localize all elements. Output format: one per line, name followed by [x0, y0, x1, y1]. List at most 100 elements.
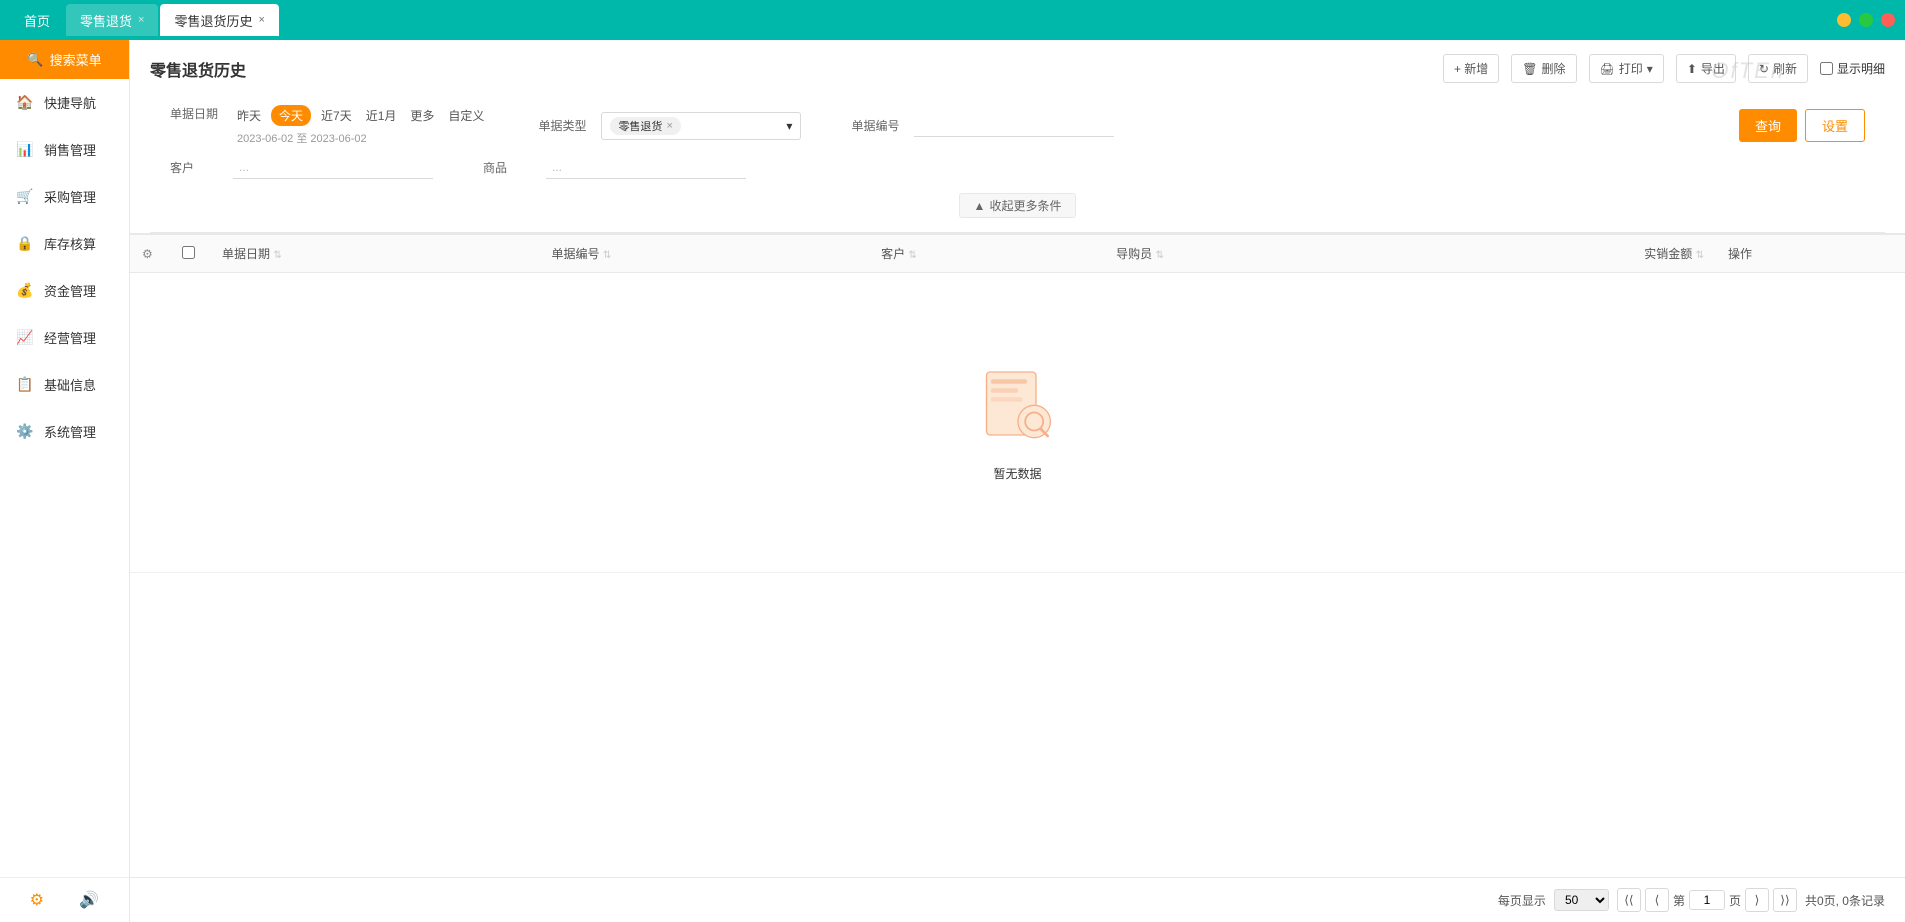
- sidebar-item-quick-nav[interactable]: 🏠 快捷导航: [0, 79, 129, 126]
- sidebar-volume-button[interactable]: 🔊: [79, 890, 99, 910]
- type-filter-group: 单据类型 零售退货 × ▾: [538, 112, 801, 140]
- voucher-filter-label: 单据编号: [851, 117, 906, 134]
- query-button[interactable]: 查询: [1739, 109, 1797, 142]
- print-dropdown-icon: ▾: [1647, 62, 1653, 76]
- sidebar-item-inventory[interactable]: 🔒 库存核算: [0, 220, 129, 267]
- query-buttons: 查询 设置: [1739, 109, 1865, 142]
- page-input[interactable]: [1689, 890, 1725, 910]
- sidebar-item-operations[interactable]: 📈 经营管理: [0, 314, 129, 361]
- filter-area: 单据日期 昨天 今天 近7天 近1月 更多 自定义 2023-06-02 至 2…: [150, 95, 1885, 233]
- th-customer-sort[interactable]: ⇅: [908, 250, 916, 261]
- win-min-button[interactable]: [1837, 13, 1851, 27]
- page-title: 零售退货历史: [150, 57, 246, 81]
- th-amount-label: 实销金额: [1644, 247, 1692, 261]
- type-tag-close[interactable]: ×: [666, 120, 672, 132]
- last-page-button[interactable]: ⟩⟩: [1773, 888, 1797, 912]
- tab-retail-return-history-close[interactable]: ×: [258, 14, 264, 26]
- per-page-label: 每页显示: [1498, 892, 1546, 909]
- select-all-checkbox[interactable]: [182, 246, 195, 259]
- tab-retail-return-history[interactable]: 零售退货历史 ×: [160, 4, 278, 36]
- refresh-button[interactable]: ↻ 刷新: [1748, 54, 1808, 83]
- table-settings-icon[interactable]: ⚙: [142, 247, 153, 261]
- th-amount-sort[interactable]: ⇅: [1696, 250, 1704, 261]
- page-nav: ⟨⟨ ⟨ 第 页 ⟩ ⟩⟩: [1617, 888, 1797, 912]
- th-guide: 导购员 ⇅: [1104, 235, 1386, 273]
- print-button-label: 打印: [1619, 60, 1643, 77]
- voucher-filter-group: 单据编号: [851, 114, 1114, 137]
- tab-home[interactable]: 首页: [10, 4, 64, 36]
- date-opt-1month[interactable]: 近1月: [362, 105, 401, 126]
- tab-home-label: 首页: [24, 11, 50, 30]
- sidebar-item-system-mgmt[interactable]: ⚙️ 系统管理: [0, 408, 129, 455]
- goods-filter-group: 商品: [483, 156, 746, 179]
- finance-icon: 💰: [16, 282, 34, 300]
- goods-filter-label: 商品: [483, 159, 538, 176]
- type-tag-retail-return: 零售退货 ×: [610, 117, 680, 135]
- sidebar: 🔍 搜索菜单 🏠 快捷导航 📊 销售管理 🛒 采购管理 🔒 库存核算 💰 资金管…: [0, 40, 130, 922]
- date-opt-custom[interactable]: 自定义: [444, 105, 488, 126]
- customer-input[interactable]: [233, 156, 433, 179]
- export-icon: ⬆: [1687, 62, 1697, 76]
- show-detail-label: 显示明细: [1837, 60, 1885, 77]
- collapse-button[interactable]: ▲ 收起更多条件: [959, 193, 1077, 218]
- date-filter-label: 单据日期: [170, 105, 225, 122]
- date-opt-today[interactable]: 今天: [271, 105, 311, 126]
- show-detail-checkbox[interactable]: [1820, 62, 1833, 75]
- export-button[interactable]: ⬆ 导出: [1676, 54, 1736, 83]
- setting-button[interactable]: 设置: [1805, 109, 1865, 142]
- date-options-row: 昨天 今天 近7天 近1月 更多 自定义: [233, 105, 488, 126]
- date-opt-yesterday[interactable]: 昨天: [233, 105, 265, 126]
- refresh-button-label: 刷新: [1773, 60, 1797, 77]
- first-page-button[interactable]: ⟨⟨: [1617, 888, 1641, 912]
- per-page-select[interactable]: 50 100 200: [1554, 889, 1609, 911]
- th-customer-label: 客户: [881, 247, 905, 261]
- sidebar-item-purchase-mgmt[interactable]: 🛒 采购管理: [0, 173, 129, 220]
- tab-retail-return[interactable]: 零售退货 ×: [66, 4, 158, 36]
- tab-retail-return-history-label: 零售退货历史: [174, 11, 252, 30]
- sidebar-item-sales-mgmt-label: 销售管理: [44, 140, 96, 159]
- win-close-button[interactable]: [1881, 13, 1895, 27]
- type-select[interactable]: 零售退货 × ▾: [601, 112, 801, 140]
- table-body: 暂无数据: [130, 273, 1905, 573]
- win-max-button[interactable]: [1859, 13, 1873, 27]
- window-controls: [1837, 13, 1895, 27]
- sidebar-search[interactable]: 🔍 搜索菜单: [0, 40, 129, 79]
- th-guide-sort[interactable]: ⇅: [1156, 250, 1164, 261]
- th-number-sort[interactable]: ⇅: [603, 250, 611, 261]
- next-page-button[interactable]: ⟩: [1745, 888, 1769, 912]
- query-button-label: 查询: [1755, 119, 1781, 134]
- sidebar-item-basic-info[interactable]: 📋 基础信息: [0, 361, 129, 408]
- print-button[interactable]: 🖨 打印 ▾: [1589, 54, 1664, 83]
- show-detail-checkbox-label[interactable]: 显示明细: [1820, 60, 1885, 77]
- sidebar-item-finance[interactable]: 💰 资金管理: [0, 267, 129, 314]
- goods-input[interactable]: [546, 156, 746, 179]
- date-opt-7days[interactable]: 近7天: [317, 105, 356, 126]
- main-layout: 🔍 搜索菜单 🏠 快捷导航 📊 销售管理 🛒 采购管理 🔒 库存核算 💰 资金管…: [0, 40, 1905, 922]
- delete-button[interactable]: 🗑 删除: [1511, 54, 1576, 83]
- date-opt-more[interactable]: 更多: [406, 105, 438, 126]
- tab-bar: 首页 零售退货 × 零售退货历史 ×: [10, 4, 1837, 36]
- data-table: ⚙ 单据日期 ⇅ 单据编号 ⇅: [130, 234, 1905, 573]
- setting-button-label: 设置: [1822, 119, 1848, 134]
- empty-icon: [973, 363, 1063, 453]
- empty-state-row: 暂无数据: [130, 273, 1905, 573]
- sidebar-item-operations-label: 经营管理: [44, 328, 96, 347]
- sidebar-settings-button[interactable]: ⚙: [30, 890, 44, 910]
- voucher-input[interactable]: [914, 114, 1114, 137]
- empty-text: 暂无数据: [993, 465, 1041, 482]
- new-button[interactable]: + 新增: [1443, 54, 1499, 83]
- th-action-label: 操作: [1728, 247, 1752, 261]
- prev-page-button[interactable]: ⟨: [1645, 888, 1669, 912]
- tab-retail-return-close[interactable]: ×: [138, 14, 144, 26]
- delete-button-label: 删除: [1542, 60, 1566, 77]
- collapse-up-icon: ▲: [974, 199, 986, 213]
- table-header-row: ⚙ 单据日期 ⇅ 单据编号 ⇅: [130, 235, 1905, 273]
- search-icon: 🔍: [27, 52, 43, 68]
- th-checkbox: [170, 235, 210, 273]
- toolbar: + 新增 🗑 删除 🖨 打印 ▾ ⬆ 导出: [1443, 54, 1885, 83]
- sidebar-item-sales-mgmt[interactable]: 📊 销售管理: [0, 126, 129, 173]
- th-customer: 客户 ⇅: [869, 235, 1104, 273]
- th-date-sort[interactable]: ⇅: [273, 250, 281, 261]
- th-action: 操作: [1716, 235, 1905, 273]
- date-filter-group: 单据日期 昨天 今天 近7天 近1月 更多 自定义 2023-06-02 至 2…: [170, 105, 488, 146]
